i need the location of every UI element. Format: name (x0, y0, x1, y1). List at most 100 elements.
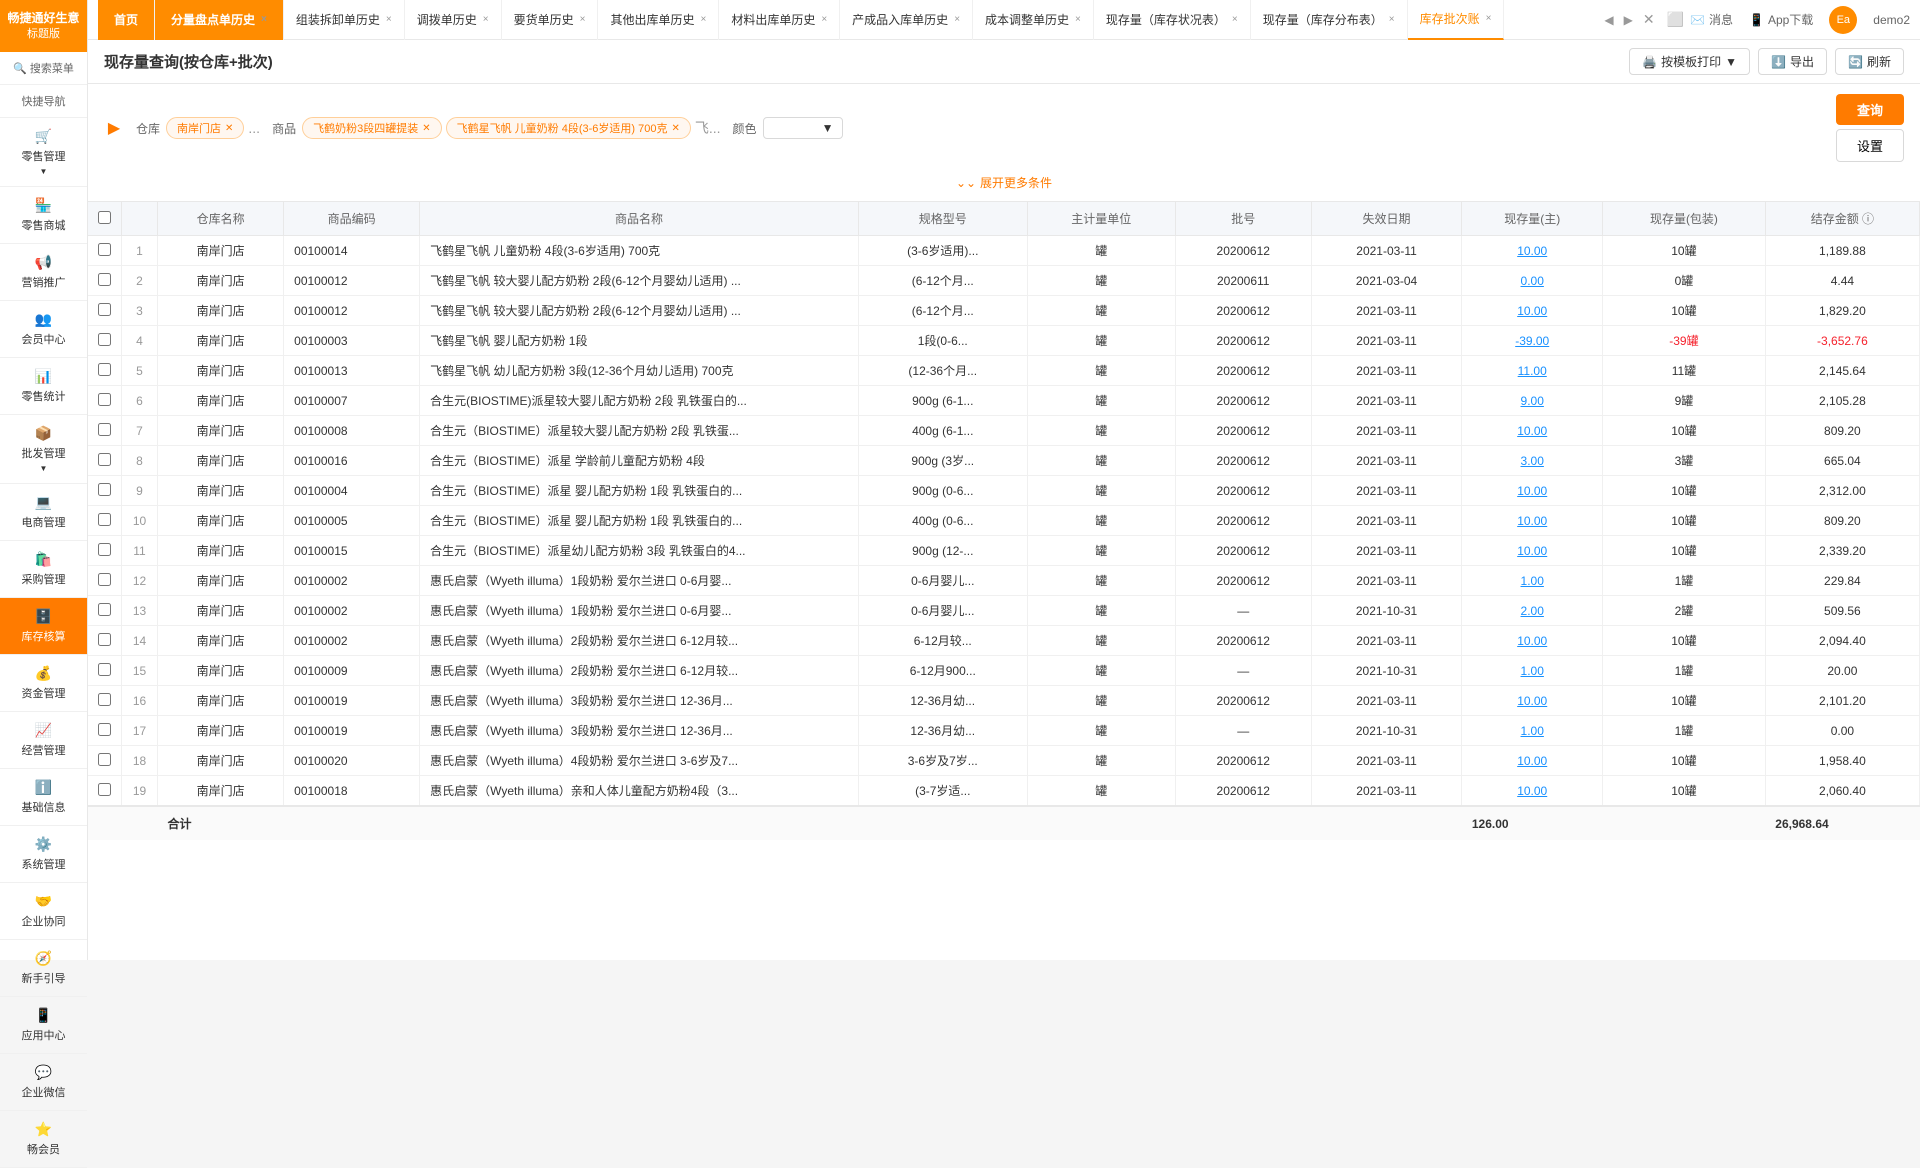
warehouse-tag-close[interactable]: ✕ (225, 123, 233, 134)
row-select-8[interactable] (98, 483, 111, 496)
row-qty-main[interactable]: 2.00 (1462, 596, 1603, 626)
product-tag-1[interactable]: 飞鹤星飞帆 儿童奶粉 4段(3-6岁适用) 700克 ✕ (446, 117, 691, 139)
tab-0[interactable]: 分量盘点单历史× (155, 0, 284, 40)
expand-more-btn[interactable]: ⌄⌄ 展开更多条件 (956, 174, 1052, 191)
template-print-btn[interactable]: 🖨️ 按模板打印 ▼ (1629, 48, 1750, 75)
row-checkbox[interactable] (88, 536, 122, 566)
sidebar-item-wholesale[interactable]: 📦批发管理▼ (0, 415, 87, 484)
row-checkbox[interactable] (88, 356, 122, 386)
row-checkbox[interactable] (88, 686, 122, 716)
row-checkbox[interactable] (88, 506, 122, 536)
sidebar-logo[interactable]: 畅捷通好生意 标题版 (0, 0, 87, 52)
filter-expand-arrow[interactable]: ▶ (104, 113, 124, 143)
row-checkbox[interactable] (88, 296, 122, 326)
product-tag-1-close[interactable]: ✕ (671, 123, 679, 134)
sidebar-item-member2[interactable]: ⭐畅会员 (0, 1111, 87, 1168)
tab-close-7[interactable]: × (1075, 14, 1081, 25)
row-qty-main[interactable]: 10.00 (1462, 536, 1603, 566)
row-qty-main[interactable]: 10.00 (1462, 506, 1603, 536)
arrow-right[interactable]: ▶ (1620, 11, 1637, 29)
row-qty-main[interactable]: 0.00 (1462, 266, 1603, 296)
tab-7[interactable]: 成本调整单历史× (973, 0, 1094, 40)
refresh-btn[interactable]: 🔄 刷新 (1835, 48, 1904, 75)
row-qty-main[interactable]: 10.00 (1462, 776, 1603, 807)
warehouse-filter-dots[interactable]: ... (248, 120, 260, 136)
row-select-5[interactable] (98, 393, 111, 406)
maximize-tab[interactable]: ⬜ (1661, 9, 1690, 30)
sidebar-item-basic[interactable]: ℹ️基础信息 (0, 769, 87, 826)
tab-close-8[interactable]: × (1232, 14, 1238, 25)
row-select-7[interactable] (98, 453, 111, 466)
tab-close-9[interactable]: × (1389, 14, 1395, 25)
sidebar-shortcut[interactable]: 快捷导航 (0, 85, 87, 118)
row-select-9[interactable] (98, 513, 111, 526)
sidebar-item-retail-stats[interactable]: 📊零售统计 (0, 358, 87, 415)
tab-close-3[interactable]: × (580, 14, 586, 25)
tab-close-6[interactable]: × (954, 14, 960, 25)
tab-close-5[interactable]: × (821, 14, 827, 25)
row-qty-main[interactable]: 11.00 (1462, 356, 1603, 386)
tab-4[interactable]: 其他出库单历史× (598, 0, 719, 40)
row-select-0[interactable] (98, 243, 111, 256)
sidebar-item-purchase[interactable]: 🛍️采购管理 (0, 541, 87, 598)
username[interactable]: demo2 (1873, 13, 1910, 27)
sidebar-item-retail-shop[interactable]: 🏪零售商城 (0, 187, 87, 244)
sidebar-item-retail-mgmt[interactable]: 🛒零售管理▼ (0, 118, 87, 187)
row-qty-main[interactable]: 3.00 (1462, 446, 1603, 476)
warehouse-tag-0[interactable]: 南岸门店 ✕ (166, 117, 244, 139)
row-qty-main[interactable]: 10.00 (1462, 626, 1603, 656)
row-checkbox[interactable] (88, 776, 122, 807)
arrow-left[interactable]: ◀ (1600, 11, 1617, 29)
row-select-3[interactable] (98, 333, 111, 346)
row-checkbox[interactable] (88, 386, 122, 416)
row-checkbox[interactable] (88, 596, 122, 626)
row-checkbox[interactable] (88, 716, 122, 746)
sidebar-item-guide[interactable]: 🧭新手引导 (0, 940, 87, 997)
row-checkbox[interactable] (88, 446, 122, 476)
tab-3[interactable]: 要货单历史× (502, 0, 599, 40)
sidebar-item-inventory[interactable]: 🗄️库存核算 (0, 598, 87, 655)
tab-10[interactable]: 库存批次账× (1408, 0, 1505, 40)
sidebar-item-ecommerce[interactable]: 💻电商管理 (0, 484, 87, 541)
row-checkbox[interactable] (88, 266, 122, 296)
row-checkbox[interactable] (88, 476, 122, 506)
tab-close-4[interactable]: × (700, 14, 706, 25)
sidebar-item-operations[interactable]: 📈经营管理 (0, 712, 87, 769)
color-input[interactable]: ▼ (763, 117, 843, 139)
sidebar-search[interactable]: 🔍 搜索菜单 (0, 52, 87, 85)
sidebar-item-enterprise[interactable]: 🤝企业协同 (0, 883, 87, 940)
product-tag-0[interactable]: 飞鹤奶粉3段四罐提装 ✕ (302, 117, 442, 139)
row-qty-main[interactable]: 10.00 (1462, 416, 1603, 446)
row-checkbox[interactable] (88, 566, 122, 596)
row-qty-main[interactable]: 1.00 (1462, 656, 1603, 686)
tab-5[interactable]: 材料出库单历史× (719, 0, 840, 40)
tab-6[interactable]: 产成品入库单历史× (840, 0, 973, 40)
row-qty-main[interactable]: 10.00 (1462, 686, 1603, 716)
row-select-16[interactable] (98, 723, 111, 736)
sidebar-item-finance[interactable]: 💰资金管理 (0, 655, 87, 712)
tab-close-2[interactable]: × (483, 14, 489, 25)
tab-close-10[interactable]: × (1486, 13, 1492, 24)
row-qty-main[interactable]: 1.00 (1462, 566, 1603, 596)
sidebar-item-app-center[interactable]: 📱应用中心 (0, 997, 87, 1054)
row-select-4[interactable] (98, 363, 111, 376)
sidebar-item-enterprise-wechat[interactable]: 💬企业微信 (0, 1054, 87, 1111)
row-select-2[interactable] (98, 303, 111, 316)
export-btn[interactable]: ⬇️ 导出 (1758, 48, 1827, 75)
row-qty-main[interactable]: 1.00 (1462, 716, 1603, 746)
row-select-11[interactable] (98, 573, 111, 586)
row-select-14[interactable] (98, 663, 111, 676)
row-checkbox[interactable] (88, 326, 122, 356)
select-all-checkbox[interactable] (98, 211, 111, 224)
row-qty-main[interactable]: 10.00 (1462, 746, 1603, 776)
row-checkbox[interactable] (88, 416, 122, 446)
row-qty-main[interactable]: 10.00 (1462, 476, 1603, 506)
row-select-12[interactable] (98, 603, 111, 616)
row-checkbox[interactable] (88, 656, 122, 686)
user-avatar[interactable]: Ea (1829, 6, 1857, 34)
tab-2[interactable]: 调拨单历史× (405, 0, 502, 40)
sidebar-item-member[interactable]: 👥会员中心 (0, 301, 87, 358)
row-checkbox[interactable] (88, 236, 122, 266)
tab-close-0[interactable]: × (261, 14, 267, 25)
row-select-18[interactable] (98, 783, 111, 796)
